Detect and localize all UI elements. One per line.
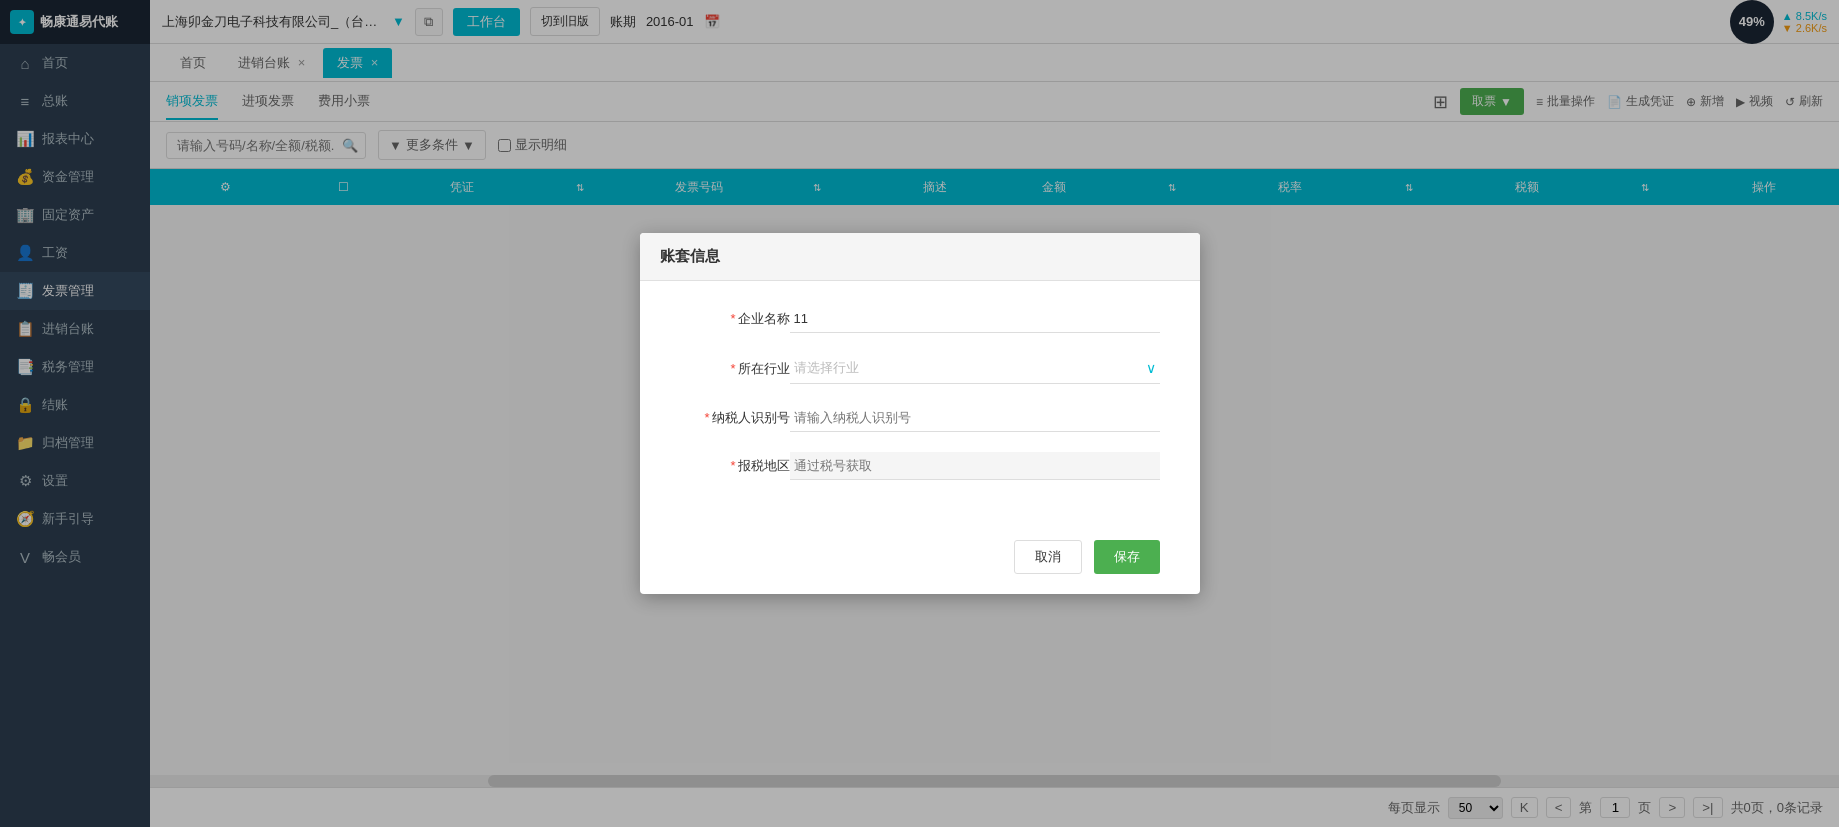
modal-footer: 取消 保存: [640, 524, 1200, 594]
company-name-input[interactable]: [790, 305, 1160, 333]
form-row-tax-region: *报税地区: [680, 452, 1160, 480]
industry-label: *所在行业: [680, 360, 790, 378]
form-row-company-name: *企业名称: [680, 305, 1160, 333]
tax-region-input: [790, 452, 1160, 480]
industry-dropdown-icon: ∨: [1146, 360, 1156, 376]
tax-id-label: *纳税人识别号: [680, 409, 790, 427]
cancel-button[interactable]: 取消: [1014, 540, 1082, 574]
save-button[interactable]: 保存: [1094, 540, 1160, 574]
company-name-label: *企业名称: [680, 310, 790, 328]
modal-overlay: 账套信息 *企业名称 *所在行业 请选择行业 ∨: [0, 0, 1839, 827]
tax-region-label: *报税地区: [680, 457, 790, 475]
form-row-industry: *所在行业 请选择行业 ∨: [680, 353, 1160, 384]
tax-id-input[interactable]: [790, 404, 1160, 432]
modal-header: 账套信息: [640, 233, 1200, 281]
form-row-tax-id: *纳税人识别号: [680, 404, 1160, 432]
industry-placeholder: 请选择行业: [794, 359, 859, 377]
industry-select[interactable]: 请选择行业 ∨: [790, 353, 1160, 384]
account-info-modal: 账套信息 *企业名称 *所在行业 请选择行业 ∨: [640, 233, 1200, 594]
modal-title: 账套信息: [660, 247, 720, 264]
modal-body: *企业名称 *所在行业 请选择行业 ∨ *纳税人识别号: [640, 281, 1200, 524]
